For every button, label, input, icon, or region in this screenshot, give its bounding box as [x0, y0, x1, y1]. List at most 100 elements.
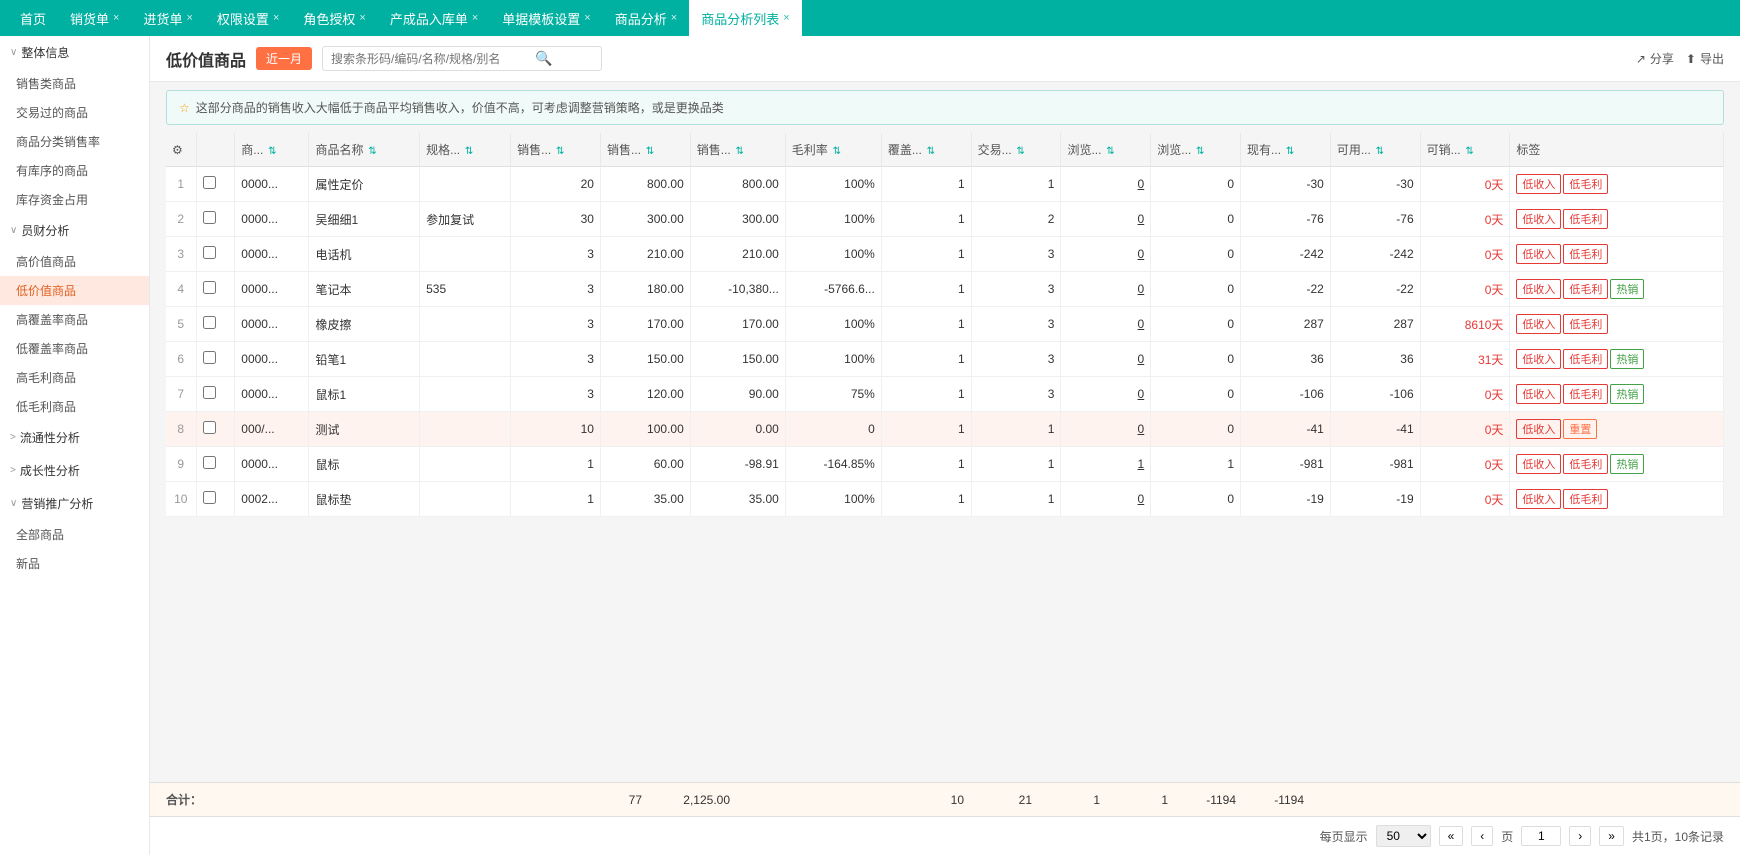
- sidebar-item-库存资金占用[interactable]: 库存资金占用: [0, 185, 149, 214]
- nav-close-icon[interactable]: ×: [783, 12, 789, 24]
- sidebar-item-高覆盖率商品[interactable]: 高覆盖率商品: [0, 305, 149, 334]
- row-checkbox[interactable]: [196, 447, 235, 482]
- sidebar-item-低毛利商品[interactable]: 低毛利商品: [0, 392, 149, 421]
- search-input[interactable]: [331, 52, 531, 66]
- col-header-view1[interactable]: 浏览... ⇅: [1061, 133, 1151, 167]
- view1-value[interactable]: 0: [1138, 317, 1145, 331]
- col-header-available[interactable]: 可用... ⇅: [1330, 133, 1420, 167]
- view1-value[interactable]: 0: [1138, 212, 1145, 226]
- view1-value[interactable]: 0: [1138, 177, 1145, 191]
- row-select-checkbox[interactable]: [203, 491, 216, 504]
- search-icon[interactable]: 🔍: [535, 50, 552, 67]
- nav-close-icon[interactable]: ×: [584, 12, 590, 24]
- view1-value[interactable]: 0: [1138, 282, 1145, 296]
- nav-item-商品分析列表[interactable]: 商品分析列表×: [689, 0, 801, 36]
- col-header-sales_qty[interactable]: 销售... ⇅: [511, 133, 601, 167]
- sidebar-item-交易过的商品[interactable]: 交易过的商品: [0, 98, 149, 127]
- col-header-gross_rate[interactable]: 毛利率 ⇅: [785, 133, 881, 167]
- next-page-button[interactable]: ›: [1569, 826, 1591, 846]
- nav-close-icon[interactable]: ×: [359, 12, 365, 24]
- col-header-sales_cost[interactable]: 销售... ⇅: [690, 133, 785, 167]
- last-page-button[interactable]: »: [1599, 826, 1624, 846]
- row-trade: 2: [971, 202, 1061, 237]
- nav-item-销货单[interactable]: 销货单×: [58, 0, 131, 36]
- nav-item-产成品入库单[interactable]: 产成品入库单×: [378, 0, 490, 36]
- export-button[interactable]: ⬆ 导出: [1686, 50, 1724, 67]
- row-select-checkbox[interactable]: [203, 281, 216, 294]
- view1-value[interactable]: 0: [1138, 352, 1145, 366]
- nav-item-权限设置[interactable]: 权限设置×: [205, 0, 291, 36]
- view1-value[interactable]: 0: [1138, 387, 1145, 401]
- row-trade: 1: [971, 447, 1061, 482]
- col-header-current[interactable]: 现有... ⇅: [1241, 133, 1331, 167]
- row-select-checkbox[interactable]: [203, 316, 216, 329]
- col-header-trade[interactable]: 交易... ⇅: [971, 133, 1061, 167]
- row-checkbox[interactable]: [196, 377, 235, 412]
- nav-close-icon[interactable]: ×: [273, 12, 279, 24]
- row-select-checkbox[interactable]: [203, 421, 216, 434]
- sidebar-section-员财分析[interactable]: ∨员财分析: [0, 214, 149, 247]
- nav-item-首页[interactable]: 首页: [8, 0, 58, 36]
- col-header-spec[interactable]: 规格... ⇅: [420, 133, 511, 167]
- col-header-view2[interactable]: 浏览... ⇅: [1151, 133, 1241, 167]
- row-select-checkbox[interactable]: [203, 246, 216, 259]
- row-trade: 3: [971, 342, 1061, 377]
- nav-close-icon[interactable]: ×: [472, 12, 478, 24]
- nav-close-icon[interactable]: ×: [113, 12, 119, 24]
- row-checkbox[interactable]: [196, 342, 235, 377]
- row-checkbox[interactable]: [196, 237, 235, 272]
- sidebar-item-高价值商品[interactable]: 高价值商品: [0, 247, 149, 276]
- prev-page-button[interactable]: ‹: [1471, 826, 1493, 846]
- sidebar-item-低覆盖率商品[interactable]: 低覆盖率商品: [0, 334, 149, 363]
- info-bar: ☆ 这部分商品的销售收入大幅低于商品平均销售收入，价值不高，可考虑调整营销策略，…: [166, 90, 1724, 125]
- col-header-sellable[interactable]: 可销... ⇅: [1420, 133, 1510, 167]
- row-view1: 0: [1061, 377, 1151, 412]
- row-checkbox[interactable]: [196, 482, 235, 517]
- view1-value[interactable]: 0: [1138, 247, 1145, 261]
- sidebar-item-有库序的商品[interactable]: 有库序的商品: [0, 156, 149, 185]
- share-button[interactable]: ↗ 分享: [1636, 50, 1674, 67]
- row-select-checkbox[interactable]: [203, 386, 216, 399]
- row-checkbox[interactable]: [196, 167, 235, 202]
- nav-close-icon[interactable]: ×: [186, 12, 192, 24]
- row-sales-qty: 3: [511, 342, 601, 377]
- row-select-checkbox[interactable]: [203, 456, 216, 469]
- row-checkbox[interactable]: [196, 202, 235, 237]
- nav-item-进货单[interactable]: 进货单×: [131, 0, 204, 36]
- row-select-checkbox[interactable]: [203, 211, 216, 224]
- nav-item-商品分析[interactable]: 商品分析×: [603, 0, 689, 36]
- page-number-input[interactable]: [1521, 826, 1561, 846]
- sidebar-item-销售类商品[interactable]: 销售类商品: [0, 69, 149, 98]
- view1-value[interactable]: 0: [1138, 492, 1145, 506]
- nav-close-icon[interactable]: ×: [671, 12, 677, 24]
- row-checkbox[interactable]: [196, 272, 235, 307]
- sidebar-section-营销推广分析[interactable]: ∨营销推广分析: [0, 487, 149, 520]
- sidebar-item-新品[interactable]: 新品: [0, 549, 149, 578]
- nav-item-单据模板设置[interactable]: 单据模板设置×: [490, 0, 602, 36]
- row-checkbox[interactable]: [196, 412, 235, 447]
- sidebar-section-流通性分析[interactable]: >流通性分析: [0, 421, 149, 454]
- view1-value[interactable]: 1: [1138, 457, 1145, 471]
- row-available: -41: [1330, 412, 1420, 447]
- sidebar-item-高毛利商品[interactable]: 高毛利商品: [0, 363, 149, 392]
- nav-item-角色授权[interactable]: 角色授权×: [291, 0, 377, 36]
- col-header-sales_price[interactable]: 销售... ⇅: [600, 133, 690, 167]
- col-header-name[interactable]: 商品名称 ⇅: [309, 133, 420, 167]
- row-checkbox[interactable]: [196, 307, 235, 342]
- col-header-code[interactable]: 商... ⇅: [235, 133, 309, 167]
- filter-button[interactable]: 近一月: [256, 47, 312, 70]
- sidebar-item-低价值商品[interactable]: 低价值商品: [0, 276, 149, 305]
- search-box: 🔍: [322, 46, 602, 71]
- sidebar-section-成长性分析[interactable]: >成长性分析: [0, 454, 149, 487]
- row-view1: 0: [1061, 307, 1151, 342]
- row-select-checkbox[interactable]: [203, 351, 216, 364]
- col-header-cover[interactable]: 覆盖... ⇅: [881, 133, 971, 167]
- row-select-checkbox[interactable]: [203, 176, 216, 189]
- first-page-button[interactable]: «: [1439, 826, 1464, 846]
- view1-value[interactable]: 0: [1138, 422, 1145, 436]
- row-view1: 1: [1061, 447, 1151, 482]
- sidebar-item-全部商品[interactable]: 全部商品: [0, 520, 149, 549]
- sidebar-section-整体信息[interactable]: ∨整体信息: [0, 36, 149, 69]
- per-page-select[interactable]: 50 20 100: [1376, 825, 1431, 847]
- sidebar-item-商品分类销售率[interactable]: 商品分类销售率: [0, 127, 149, 156]
